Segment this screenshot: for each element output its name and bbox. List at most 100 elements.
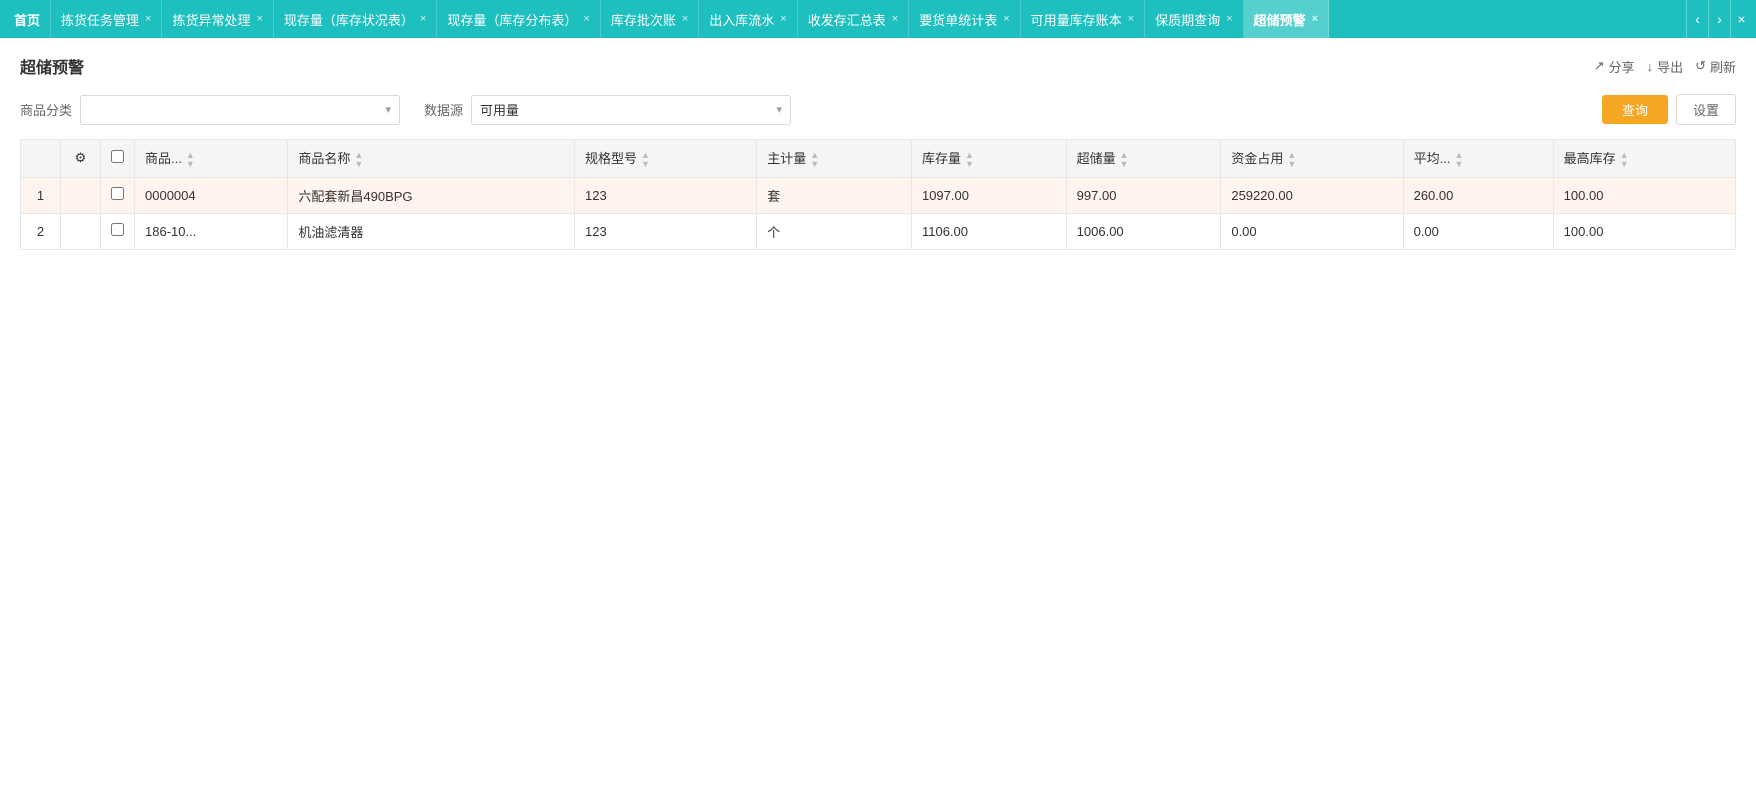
cell-capital: 259220.00 xyxy=(1221,177,1403,213)
th-product_name[interactable]: 商品名称 ▲▼ xyxy=(288,140,575,178)
datasource-filter-group: 数据源 可用量 ▾ xyxy=(424,95,791,125)
row-select-checkbox[interactable] xyxy=(111,187,124,200)
export-button[interactable]: ↓ 导出 xyxy=(1647,57,1684,76)
sort-icon-unit[interactable]: ▲▼ xyxy=(810,151,819,169)
th-spec[interactable]: 规格型号▲▼ xyxy=(575,140,757,178)
th-label-product_code: 商品... xyxy=(145,151,182,166)
nav-tab-inventory-status[interactable]: 现存量（库存状况表）× xyxy=(274,0,437,38)
nav-tab-in-out-flow[interactable]: 出入库流水× xyxy=(699,0,797,38)
sort-icon-capital[interactable]: ▲▼ xyxy=(1287,151,1296,169)
row-select-checkbox[interactable] xyxy=(111,223,124,236)
query-button[interactable]: 查询 xyxy=(1602,95,1668,124)
cell-overstock: 997.00 xyxy=(1066,177,1221,213)
nav-close-all-arrow[interactable]: × xyxy=(1730,0,1752,38)
filter-row: 商品分类 ▾ 数据源 可用量 ▾ 查询 设置 xyxy=(20,94,1736,125)
category-select[interactable]: ▾ xyxy=(80,95,400,125)
th-max_stock[interactable]: 最高库存 ▲▼ xyxy=(1553,140,1735,178)
cell-capital: 0.00 xyxy=(1221,213,1403,249)
datasource-chevron-icon: ▾ xyxy=(777,103,783,116)
th-label-avg: 平均... xyxy=(1414,151,1451,166)
cell-overstock: 1006.00 xyxy=(1066,213,1221,249)
th-avg[interactable]: 平均...▲▼ xyxy=(1403,140,1553,178)
sort-icon-product_code[interactable]: ▲▼ xyxy=(186,151,195,169)
row-number: 2 xyxy=(21,213,61,249)
th-label-capital: 资金占用 xyxy=(1231,151,1283,166)
close-tab-inventory-status-icon[interactable]: × xyxy=(420,13,426,25)
nav-tab-shelf-life[interactable]: 保质期查询× xyxy=(1145,0,1243,38)
datasource-select[interactable]: 可用量 ▾ xyxy=(471,95,791,125)
nav-tab-batch-account[interactable]: 库存批次账× xyxy=(601,0,699,38)
close-tab-overstock-warning-icon[interactable]: × xyxy=(1312,13,1318,25)
close-tab-receive-send-icon[interactable]: × xyxy=(892,13,898,25)
th-checkbox xyxy=(101,140,135,178)
share-button[interactable]: ↗ 分享 xyxy=(1594,57,1635,76)
filter-buttons: 查询 设置 xyxy=(1602,94,1736,125)
nav-tab-task-mgmt[interactable]: 拣货任务管理× xyxy=(51,0,162,38)
close-tab-available-account-icon[interactable]: × xyxy=(1128,13,1134,25)
row-gear-cell xyxy=(61,177,101,213)
refresh-icon: ↺ xyxy=(1695,58,1706,74)
share-icon: ↗ xyxy=(1594,58,1605,74)
top-navigation: 首页拣货任务管理×拣货异常处理×现存量（库存状况表）×现存量（库存分布表）×库存… xyxy=(0,0,1756,38)
cell-spec: 123 xyxy=(575,177,757,213)
nav-tab-available-account[interactable]: 可用量库存账本× xyxy=(1021,0,1145,38)
th-overstock[interactable]: 超储量 ▲▼ xyxy=(1066,140,1221,178)
cell-product_name: 六配套新昌490BPG xyxy=(288,177,575,213)
cell-avg: 260.00 xyxy=(1403,177,1553,213)
close-tab-inventory-dist-icon[interactable]: × xyxy=(583,13,589,25)
refresh-button[interactable]: ↺ 刷新 xyxy=(1695,57,1736,76)
select-all-checkbox[interactable] xyxy=(111,150,124,163)
close-tab-batch-account-icon[interactable]: × xyxy=(682,13,688,25)
close-tab-abnormal-icon[interactable]: × xyxy=(256,13,262,25)
th-label-stock: 库存量 xyxy=(922,151,961,166)
nav-tab-abnormal[interactable]: 拣货异常处理× xyxy=(162,0,273,38)
sort-icon-avg[interactable]: ▲▼ xyxy=(1454,151,1463,169)
header-actions: ↗ 分享 ↓ 导出 ↺ 刷新 xyxy=(1594,57,1736,76)
cell-stock: 1106.00 xyxy=(911,213,1066,249)
nav-tab-inventory-dist[interactable]: 现存量（库存分布表）× xyxy=(437,0,600,38)
sort-icon-stock[interactable]: ▲▼ xyxy=(965,151,974,169)
gear-settings-icon[interactable]: ⚙ xyxy=(75,150,87,165)
cell-max_stock: 100.00 xyxy=(1553,177,1735,213)
cell-unit: 套 xyxy=(757,177,912,213)
sort-icon-product_name[interactable]: ▲▼ xyxy=(354,151,363,169)
row-checkbox-cell xyxy=(101,177,135,213)
th-label-overstock: 超储量 xyxy=(1077,151,1116,166)
category-chevron-icon: ▾ xyxy=(385,103,391,116)
data-table: ⚙商品...▲▼商品名称▲▼规格型号▲▼主计量▲▼库存量▲▼超储量▲▼资金占用▲… xyxy=(20,139,1736,250)
datasource-label: 数据源 xyxy=(424,100,463,119)
cell-product_code: 0000004 xyxy=(135,177,288,213)
th-label-max_stock: 最高库存 xyxy=(1564,151,1616,166)
th-stock[interactable]: 库存量 ▲▼ xyxy=(911,140,1066,178)
row-checkbox-cell xyxy=(101,213,135,249)
nav-next-arrow[interactable]: › xyxy=(1708,0,1730,38)
th-gear: ⚙ xyxy=(61,140,101,178)
th-capital[interactable]: 资金占用 ▲▼ xyxy=(1221,140,1403,178)
table-body: 10000004六配套新昌490BPG123套1097.00997.002592… xyxy=(21,177,1736,249)
nav-tab-receive-send[interactable]: 收发存汇总表× xyxy=(798,0,909,38)
cell-avg: 0.00 xyxy=(1403,213,1553,249)
nav-tab-order-stats[interactable]: 要货单统计表× xyxy=(909,0,1020,38)
close-tab-task-mgmt-icon[interactable]: × xyxy=(145,13,151,25)
cell-max_stock: 100.00 xyxy=(1553,213,1735,249)
cell-product_code: 186-10... xyxy=(135,213,288,249)
th-label-product_name: 商品名称 xyxy=(298,151,350,166)
nav-tab-overstock-warning[interactable]: 超储预警× xyxy=(1244,0,1329,38)
sort-icon-spec[interactable]: ▲▼ xyxy=(641,151,650,169)
th-rownum xyxy=(21,140,61,178)
th-unit[interactable]: 主计量▲▼ xyxy=(757,140,912,178)
datasource-value: 可用量 xyxy=(480,100,519,119)
sort-icon-max_stock[interactable]: ▲▼ xyxy=(1620,151,1629,169)
close-tab-order-stats-icon[interactable]: × xyxy=(1003,13,1009,25)
table-header: ⚙商品...▲▼商品名称▲▼规格型号▲▼主计量▲▼库存量▲▼超储量▲▼资金占用▲… xyxy=(21,140,1736,178)
close-tab-shelf-life-icon[interactable]: × xyxy=(1226,13,1232,25)
nav-tab-home[interactable]: 首页 xyxy=(4,0,51,38)
nav-prev-arrow[interactable]: ‹ xyxy=(1686,0,1708,38)
page-content: 超储预警 ↗ 分享 ↓ 导出 ↺ 刷新 商品分类 ▾ 数据源 xyxy=(0,38,1756,266)
sort-icon-overstock[interactable]: ▲▼ xyxy=(1120,151,1129,169)
cell-unit: 个 xyxy=(757,213,912,249)
close-tab-in-out-flow-icon[interactable]: × xyxy=(780,13,786,25)
row-number: 1 xyxy=(21,177,61,213)
settings-button[interactable]: 设置 xyxy=(1676,94,1736,125)
th-product_code[interactable]: 商品... ▲▼ xyxy=(135,140,288,178)
